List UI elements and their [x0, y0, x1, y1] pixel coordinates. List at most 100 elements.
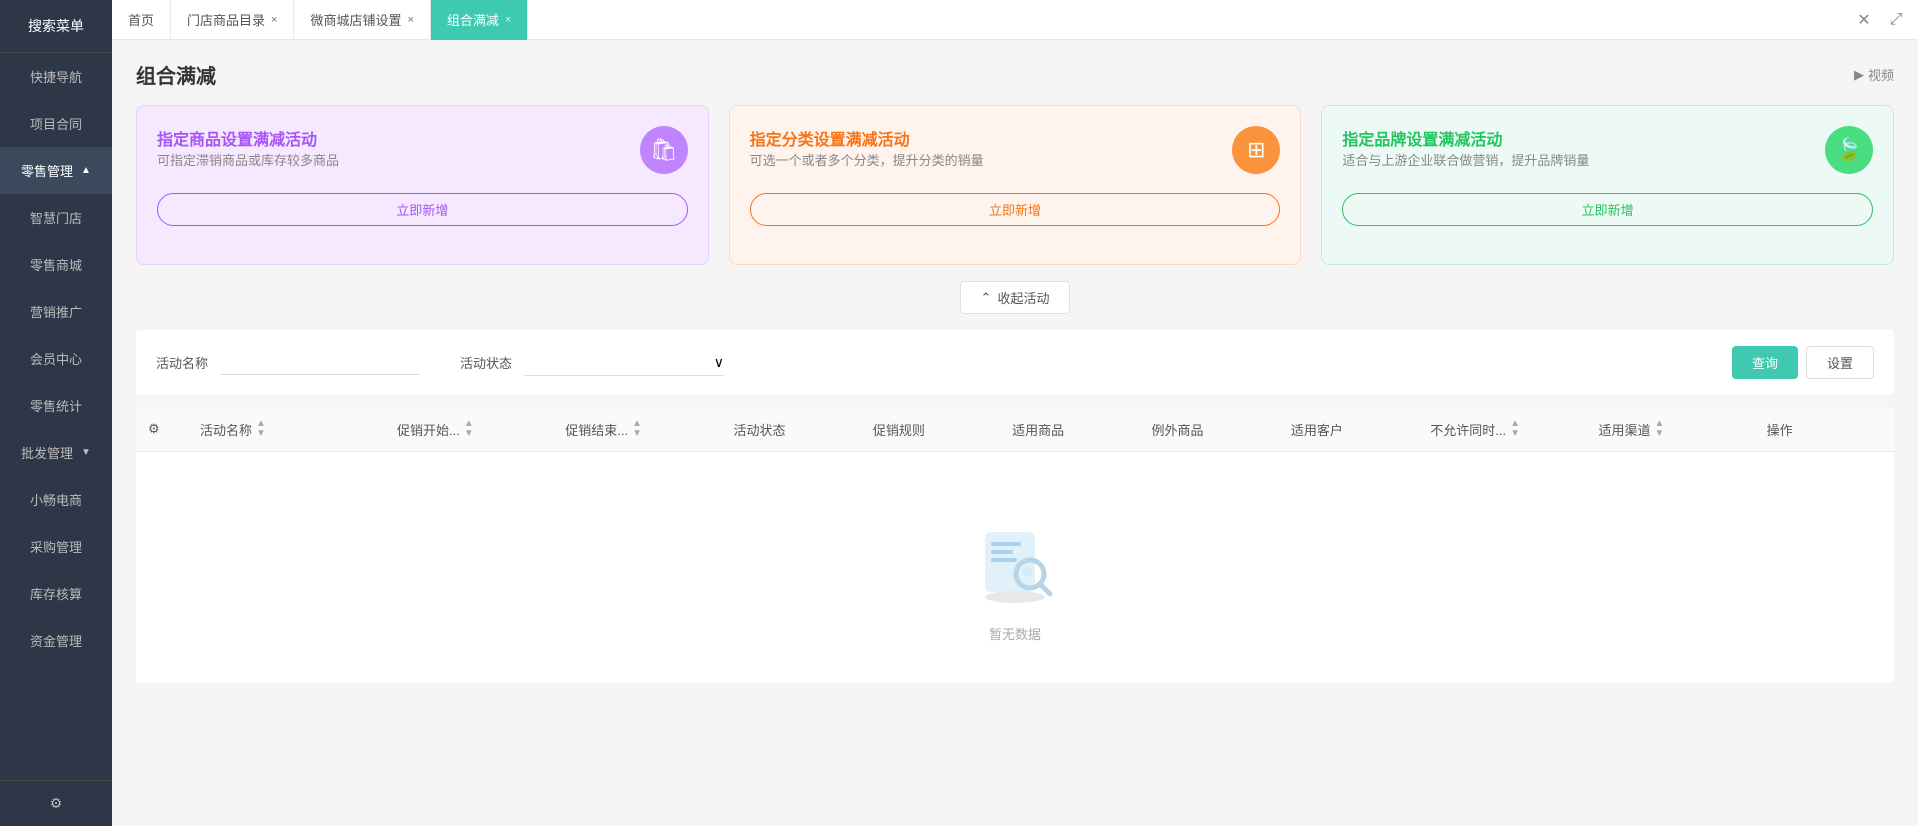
category-card-title: 指定分类设置满减活动 [750, 126, 984, 150]
close-window-button[interactable]: ✕ [1852, 8, 1876, 32]
category-card-add-button[interactable]: 立即新增 [750, 193, 1281, 226]
brand-card-desc: 适合与上游企业联合做营销，提升品牌销量 [1342, 150, 1589, 169]
th-label: 促销规则 [873, 420, 925, 439]
maximize-window-button[interactable]: ⤢ [1884, 8, 1908, 32]
activity-table: ⚙ 活动名称 ▲▼ 促销开始... ▲▼ 促销结束... ▲▼ 活动状态 [136, 407, 1894, 683]
sidebar-item-inventory[interactable]: 库存核算 [0, 570, 112, 617]
page-title: 组合满减 [136, 60, 216, 89]
sidebar-item-project-contract[interactable]: 项目合同 [0, 100, 112, 147]
sidebar: 搜索菜单 快捷导航 项目合同 零售管理 ▲ 智慧门店 零售商城 营销推广 会员中… [0, 0, 112, 826]
tab-actions: ✕ ⤢ [1852, 8, 1918, 32]
th-action: 操作 [1755, 420, 1894, 439]
collapse-row: ⌃ 收起活动 [136, 281, 1894, 314]
th-label: 适用商品 [1012, 420, 1064, 439]
card-content-left: 指定分类设置满减活动 可选一个或者多个分类，提升分类的销量 [750, 126, 984, 185]
tab-combo-discount[interactable]: 组合满减 × [431, 0, 528, 40]
play-icon: ▶ [1854, 67, 1864, 83]
sidebar-item-retail-mgmt[interactable]: 零售管理 ▲ [0, 147, 112, 194]
tab-home-label: 首页 [128, 10, 154, 29]
th-except-goods: 例外商品 [1140, 420, 1279, 439]
th-activity-name[interactable]: 活动名称 ▲▼ [188, 419, 385, 439]
sidebar-item-xiaochang-ecom[interactable]: 小畅电商 [0, 476, 112, 523]
chevron-down-icon: ∨ [714, 354, 724, 371]
promo-cards-row: 指定商品设置满减活动 可指定滞销商品或库存较多商品 🛍 立即新增 指定分类设置满… [136, 105, 1894, 265]
activity-name-label: 活动名称 [156, 353, 208, 372]
activity-name-input[interactable] [220, 351, 420, 375]
activity-status-label: 活动状态 [460, 353, 512, 372]
brand-card-add-button[interactable]: 立即新增 [1342, 193, 1873, 226]
collapse-button[interactable]: ⌃ 收起活动 [960, 281, 1071, 314]
th-no-duplicate[interactable]: 不允许同时... ▲▼ [1418, 419, 1586, 439]
collapse-label: 收起活动 [997, 288, 1049, 307]
category-promo-card: 指定分类设置满减活动 可选一个或者多个分类，提升分类的销量 ⊞ 立即新增 [729, 105, 1302, 265]
sidebar-search[interactable]: 搜索菜单 [0, 0, 112, 53]
gear-icon: ⚙ [50, 795, 63, 811]
sidebar-item-funds-mgmt[interactable]: 资金管理 [0, 617, 112, 664]
sidebar-item-label: 零售管理 [21, 161, 73, 180]
th-activity-status: 活动状态 [721, 420, 860, 439]
tab-wechat-store-label: 微商城店铺设置 [310, 10, 401, 29]
chevron-up-icon: ▲ [81, 165, 91, 176]
th-label: 操作 [1767, 420, 1793, 439]
th-promo-rule: 促销规则 [861, 420, 1000, 439]
th-label: 活动名称 [200, 420, 252, 439]
product-card-icon: 🛍 [640, 126, 688, 174]
brand-promo-card: 指定品牌设置满减活动 适合与上游企业联合做营销，提升品牌销量 🍃 立即新增 [1321, 105, 1894, 265]
page-header: 组合满减 ▶ 视频 [136, 60, 1894, 89]
card-top: 指定商品设置满减活动 可指定滞销商品或库存较多商品 🛍 [157, 126, 688, 185]
th-promo-end[interactable]: 促销结束... ▲▼ [553, 419, 721, 439]
sidebar-item-retail-stats[interactable]: 零售统计 [0, 382, 112, 429]
product-card-title: 指定商品设置满减活动 [157, 126, 339, 150]
th-applicable-customer: 适用客户 [1279, 420, 1418, 439]
close-tab-combo-discount[interactable]: × [505, 14, 511, 26]
chevron-up-icon: ⌃ [981, 290, 992, 306]
close-tab-store-catalog[interactable]: × [271, 14, 277, 26]
sidebar-item-wholesale-mgmt[interactable]: 批发管理 ▼ [0, 429, 112, 476]
table-header: ⚙ 活动名称 ▲▼ 促销开始... ▲▼ 促销结束... ▲▼ 活动状态 [136, 407, 1894, 452]
sidebar-item-quick-nav[interactable]: 快捷导航 [0, 53, 112, 100]
activity-status-select[interactable]: ∨ [524, 350, 724, 376]
th-applicable-channel[interactable]: 适用渠道 ▲▼ [1586, 419, 1754, 439]
th-label: 促销开始... [397, 420, 460, 439]
sidebar-item-smart-store[interactable]: 智慧门店 [0, 194, 112, 241]
sort-icon: ▲▼ [256, 419, 266, 439]
tab-home[interactable]: 首页 [112, 0, 171, 40]
card-top: 指定品牌设置满减活动 适合与上游企业联合做营销，提升品牌销量 🍃 [1342, 126, 1873, 185]
th-label: 例外商品 [1152, 420, 1204, 439]
sidebar-item-purchase-mgmt[interactable]: 采购管理 [0, 523, 112, 570]
empty-icon [965, 512, 1065, 612]
tab-store-catalog[interactable]: 门店商品目录 × [171, 0, 294, 40]
search-bar: 活动名称 活动状态 ∨ 查询 设置 [136, 330, 1894, 395]
th-applicable-goods: 适用商品 [1000, 420, 1139, 439]
tab-bar: 首页 门店商品目录 × 微商城店铺设置 × 组合满减 × ✕ ⤢ [112, 0, 1918, 40]
sidebar-item-retail-mall[interactable]: 零售商城 [0, 241, 112, 288]
product-card-desc: 可指定滞销商品或库存较多商品 [157, 150, 339, 169]
category-card-desc: 可选一个或者多个分类，提升分类的销量 [750, 150, 984, 169]
empty-state: 暂无数据 [136, 452, 1894, 683]
tab-wechat-store[interactable]: 微商城店铺设置 × [294, 0, 430, 40]
card-content-left: 指定商品设置满减活动 可指定滞销商品或库存较多商品 [157, 126, 339, 185]
settings-list-button[interactable]: 设置 [1806, 346, 1874, 379]
settings-button[interactable]: ⚙ [0, 780, 112, 826]
card-content-left: 指定品牌设置满减活动 适合与上游企业联合做营销，提升品牌销量 [1342, 126, 1589, 185]
sidebar-item-label: 批发管理 [21, 443, 73, 462]
sidebar-item-marketing[interactable]: 营销推广 [0, 288, 112, 335]
th-label: 活动状态 [733, 420, 785, 439]
th-label: 适用客户 [1291, 420, 1343, 439]
product-promo-card: 指定商品设置满减活动 可指定滞销商品或库存较多商品 🛍 立即新增 [136, 105, 709, 265]
video-label: 视频 [1868, 65, 1894, 84]
sort-icon: ▲▼ [1654, 419, 1664, 439]
page-content: 组合满减 ▶ 视频 指定商品设置满减活动 可指定滞销商品或库存较多商品 🛍 立即… [112, 40, 1918, 826]
close-tab-wechat-store[interactable]: × [407, 14, 413, 26]
th-promo-start[interactable]: 促销开始... ▲▼ [385, 419, 553, 439]
th-gear[interactable]: ⚙ [136, 421, 188, 437]
product-card-add-button[interactable]: 立即新增 [157, 193, 688, 226]
query-button[interactable]: 查询 [1732, 346, 1798, 379]
video-link[interactable]: ▶ 视频 [1854, 65, 1894, 84]
th-label: 适用渠道 [1598, 420, 1650, 439]
sort-icon: ▲▼ [1510, 419, 1520, 439]
empty-text: 暂无数据 [989, 624, 1041, 643]
brand-card-icon: 🍃 [1825, 126, 1873, 174]
brand-card-title: 指定品牌设置满减活动 [1342, 126, 1589, 150]
sidebar-item-member-center[interactable]: 会员中心 [0, 335, 112, 382]
